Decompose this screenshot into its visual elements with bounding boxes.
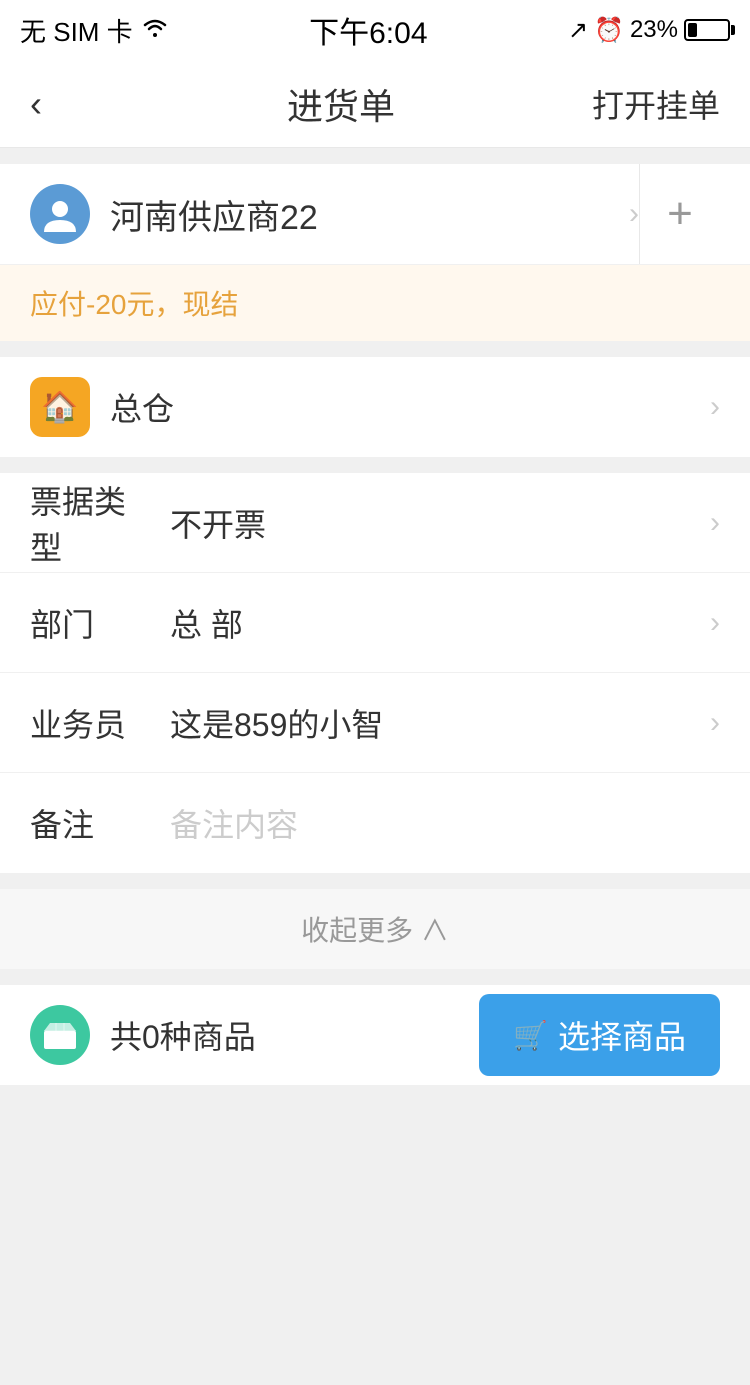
- warehouse-label: 总仓: [110, 384, 700, 430]
- status-time: 下午6:04: [309, 8, 427, 52]
- supplier-name: 河南供应商22: [110, 190, 619, 239]
- department-value: 总 部: [150, 600, 700, 646]
- invoice-type-label: 票据类型: [30, 477, 150, 569]
- status-bar: 无 SIM 卡 下午6:04 ↗ ⏰ 23%: [0, 0, 750, 60]
- bottom-area: [0, 1085, 750, 1385]
- collapse-text: 收起更多 ∧: [301, 909, 449, 949]
- warehouse-icon: 🏠: [41, 390, 78, 425]
- add-supplier-button[interactable]: +: [640, 189, 720, 239]
- battery-percent: 23%: [630, 16, 678, 44]
- product-bar: 共0种商品 🛒 选择商品: [0, 985, 750, 1085]
- status-right: ↗ ⏰ 23%: [568, 16, 730, 45]
- battery-icon: [684, 19, 730, 41]
- open-pending-button[interactable]: 打开挂单: [592, 81, 720, 127]
- supplier-section: 河南供应商22 › +: [0, 164, 750, 265]
- carrier-label: 无 SIM 卡: [20, 12, 133, 49]
- select-product-button[interactable]: 🛒 选择商品: [479, 994, 720, 1076]
- status-left: 无 SIM 卡: [20, 12, 169, 49]
- salesperson-value: 这是859的小智: [150, 700, 700, 746]
- remark-input[interactable]: 备注内容: [150, 800, 720, 846]
- nav-bar: ‹ 进货单 打开挂单: [0, 60, 750, 148]
- invoice-type-value: 不开票: [150, 500, 700, 546]
- section-divider-1: [0, 148, 750, 164]
- department-chevron-icon: ›: [710, 606, 720, 640]
- cart-icon: 🛒: [513, 1019, 548, 1052]
- department-label: 部门: [30, 600, 150, 646]
- warehouse-section: 🏠 总仓 ›: [0, 357, 750, 457]
- product-icon: [30, 1005, 90, 1065]
- salesperson-chevron-icon: ›: [710, 706, 720, 740]
- collapse-bar[interactable]: 收起更多 ∧: [0, 889, 750, 969]
- select-btn-label: 选择商品: [558, 1012, 686, 1058]
- warehouse-row[interactable]: 🏠 总仓 ›: [0, 357, 750, 457]
- supplier-avatar: [30, 184, 90, 244]
- form-section: 票据类型 不开票 › 部门 总 部 › 业务员 这是859的小智 › 备注 备注…: [0, 473, 750, 873]
- invoice-type-chevron-icon: ›: [710, 506, 720, 540]
- warehouse-chevron-icon: ›: [710, 390, 720, 424]
- notice-bar: 应付-20元，现结: [0, 265, 750, 341]
- warehouse-icon-wrap: 🏠: [30, 377, 90, 437]
- page-title: 进货单: [287, 78, 395, 130]
- remark-label: 备注: [30, 800, 150, 846]
- location-icon: ↗: [568, 16, 588, 45]
- invoice-type-row[interactable]: 票据类型 不开票 ›: [0, 473, 750, 573]
- product-count: 共0种商品: [110, 1012, 479, 1058]
- department-row[interactable]: 部门 总 部 ›: [0, 573, 750, 673]
- supplier-chevron-icon: ›: [629, 197, 639, 231]
- salesperson-row[interactable]: 业务员 这是859的小智 ›: [0, 673, 750, 773]
- wifi-icon: [141, 15, 169, 46]
- supplier-row[interactable]: 河南供应商22 ›: [30, 164, 640, 264]
- back-button[interactable]: ‹: [30, 83, 90, 125]
- notice-text: 应付-20元，现结: [30, 289, 238, 320]
- remark-row[interactable]: 备注 备注内容: [0, 773, 750, 873]
- alarm-icon: ⏰: [594, 16, 624, 45]
- salesperson-label: 业务员: [30, 700, 150, 746]
